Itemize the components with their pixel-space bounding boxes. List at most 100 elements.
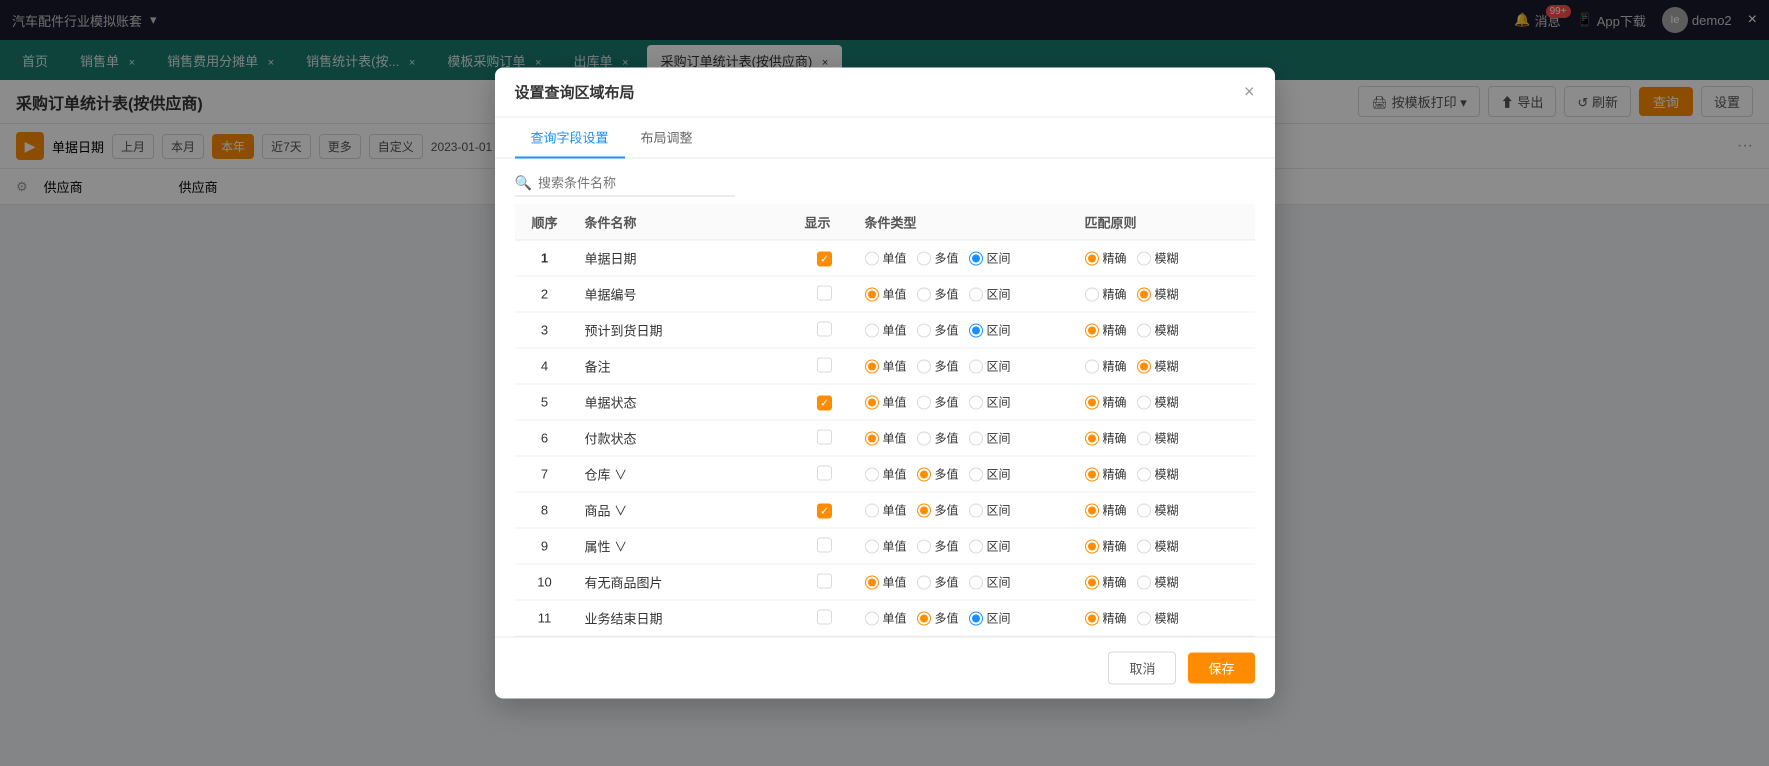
type-multi-radio[interactable]: 多值 [917, 430, 959, 447]
type-single-radio[interactable]: 单值 [865, 250, 907, 267]
row-display[interactable] [795, 276, 855, 312]
match-exact-radio[interactable]: 精确 [1085, 502, 1127, 519]
type-multi-radio[interactable]: 多值 [917, 610, 959, 627]
type-range-radio[interactable]: 区间 [969, 358, 1011, 375]
type-single-radio[interactable]: 单值 [865, 502, 907, 519]
row-type: 单值 多值 区间 [855, 528, 1075, 564]
match-exact-circle [1085, 503, 1099, 517]
type-range-circle [969, 431, 983, 445]
display-checkbox[interactable] [817, 429, 832, 444]
display-checkbox[interactable] [817, 251, 832, 266]
match-exact-radio[interactable]: 精确 [1085, 610, 1127, 627]
type-range-radio[interactable]: 区间 [969, 430, 1011, 447]
match-fuzzy-radio[interactable]: 模糊 [1137, 502, 1179, 519]
row-display[interactable] [795, 384, 855, 420]
display-checkbox[interactable] [817, 357, 832, 372]
type-range-radio[interactable]: 区间 [969, 394, 1011, 411]
display-checkbox[interactable] [817, 285, 832, 300]
match-exact-radio[interactable]: 精确 [1085, 574, 1127, 591]
row-display[interactable] [795, 420, 855, 456]
row-type: 单值 多值 区间 [855, 348, 1075, 384]
match-fuzzy-radio[interactable]: 模糊 [1137, 322, 1179, 339]
type-range-circle [969, 539, 983, 553]
match-fuzzy-radio[interactable]: 模糊 [1137, 394, 1179, 411]
match-exact-radio[interactable]: 精确 [1085, 538, 1127, 555]
modal-tab-layout[interactable]: 布局调整 [625, 118, 709, 159]
search-input-wrap[interactable]: 🔍 [515, 171, 735, 197]
type-multi-radio[interactable]: 多值 [917, 358, 959, 375]
row-display[interactable] [795, 600, 855, 636]
type-multi-radio[interactable]: 多值 [917, 574, 959, 591]
type-single-circle [865, 431, 879, 445]
match-exact-radio[interactable]: 精确 [1085, 322, 1127, 339]
match-fuzzy-radio[interactable]: 模糊 [1137, 358, 1179, 375]
type-range-radio[interactable]: 区间 [969, 610, 1011, 627]
row-display[interactable] [795, 312, 855, 348]
type-single-radio[interactable]: 单值 [865, 466, 907, 483]
row-index: 3 [515, 312, 575, 348]
modal-header: 设置查询区域布局 × [495, 68, 1275, 118]
type-range-radio[interactable]: 区间 [969, 250, 1011, 267]
row-display[interactable] [795, 528, 855, 564]
type-range-radio[interactable]: 区间 [969, 466, 1011, 483]
type-multi-radio[interactable]: 多值 [917, 394, 959, 411]
display-checkbox[interactable] [817, 321, 832, 336]
display-checkbox[interactable] [817, 609, 832, 624]
type-multi-radio[interactable]: 多值 [917, 502, 959, 519]
type-range-radio[interactable]: 区间 [969, 286, 1011, 303]
type-single-radio[interactable]: 单值 [865, 394, 907, 411]
type-single-circle [865, 467, 879, 481]
type-range-radio[interactable]: 区间 [969, 502, 1011, 519]
type-range-radio[interactable]: 区间 [969, 538, 1011, 555]
match-fuzzy-circle [1137, 323, 1151, 337]
row-display[interactable] [795, 564, 855, 600]
display-checkbox[interactable] [817, 465, 832, 480]
type-multi-radio[interactable]: 多值 [917, 466, 959, 483]
type-multi-radio[interactable]: 多值 [917, 538, 959, 555]
row-display[interactable] [795, 456, 855, 492]
modal-tab-query[interactable]: 查询字段设置 [515, 118, 625, 159]
match-exact-radio[interactable]: 精确 [1085, 250, 1127, 267]
type-multi-radio[interactable]: 多值 [917, 322, 959, 339]
display-checkbox[interactable] [817, 573, 832, 588]
match-fuzzy-circle [1137, 359, 1151, 373]
type-range-radio[interactable]: 区间 [969, 574, 1011, 591]
type-single-radio[interactable]: 单值 [865, 322, 907, 339]
cancel-button[interactable]: 取消 [1108, 652, 1176, 685]
match-exact-radio[interactable]: 精确 [1085, 394, 1127, 411]
search-input[interactable] [538, 176, 718, 191]
type-single-radio[interactable]: 单值 [865, 358, 907, 375]
match-exact-radio[interactable]: 精确 [1085, 430, 1127, 447]
match-fuzzy-radio[interactable]: 模糊 [1137, 466, 1179, 483]
type-single-radio[interactable]: 单值 [865, 286, 907, 303]
match-fuzzy-radio[interactable]: 模糊 [1137, 250, 1179, 267]
type-single-radio[interactable]: 单值 [865, 430, 907, 447]
type-range-radio[interactable]: 区间 [969, 322, 1011, 339]
match-exact-radio[interactable]: 精确 [1085, 358, 1127, 375]
type-multi-radio[interactable]: 多值 [917, 250, 959, 267]
row-name: 预计到货日期 [575, 312, 795, 348]
type-multi-radio[interactable]: 多值 [917, 286, 959, 303]
row-display[interactable] [795, 348, 855, 384]
match-fuzzy-radio[interactable]: 模糊 [1137, 538, 1179, 555]
row-type: 单值 多值 区间 [855, 384, 1075, 420]
type-single-circle [865, 323, 879, 337]
display-checkbox[interactable] [817, 395, 832, 410]
match-fuzzy-radio[interactable]: 模糊 [1137, 286, 1179, 303]
match-fuzzy-radio[interactable]: 模糊 [1137, 610, 1179, 627]
type-single-radio[interactable]: 单值 [865, 538, 907, 555]
match-exact-radio[interactable]: 精确 [1085, 286, 1127, 303]
display-checkbox[interactable] [817, 537, 832, 552]
modal-close-button[interactable]: × [1244, 82, 1255, 103]
match-fuzzy-radio[interactable]: 模糊 [1137, 574, 1179, 591]
match-fuzzy-radio[interactable]: 模糊 [1137, 430, 1179, 447]
row-display[interactable] [795, 492, 855, 528]
row-name: 仓库 ∨ [575, 456, 795, 492]
display-checkbox[interactable] [817, 503, 832, 518]
match-exact-radio[interactable]: 精确 [1085, 466, 1127, 483]
save-button[interactable]: 保存 [1188, 653, 1254, 684]
type-single-radio[interactable]: 单值 [865, 610, 907, 627]
row-display[interactable] [795, 240, 855, 276]
type-single-radio[interactable]: 单值 [865, 574, 907, 591]
type-single-circle [865, 359, 879, 373]
